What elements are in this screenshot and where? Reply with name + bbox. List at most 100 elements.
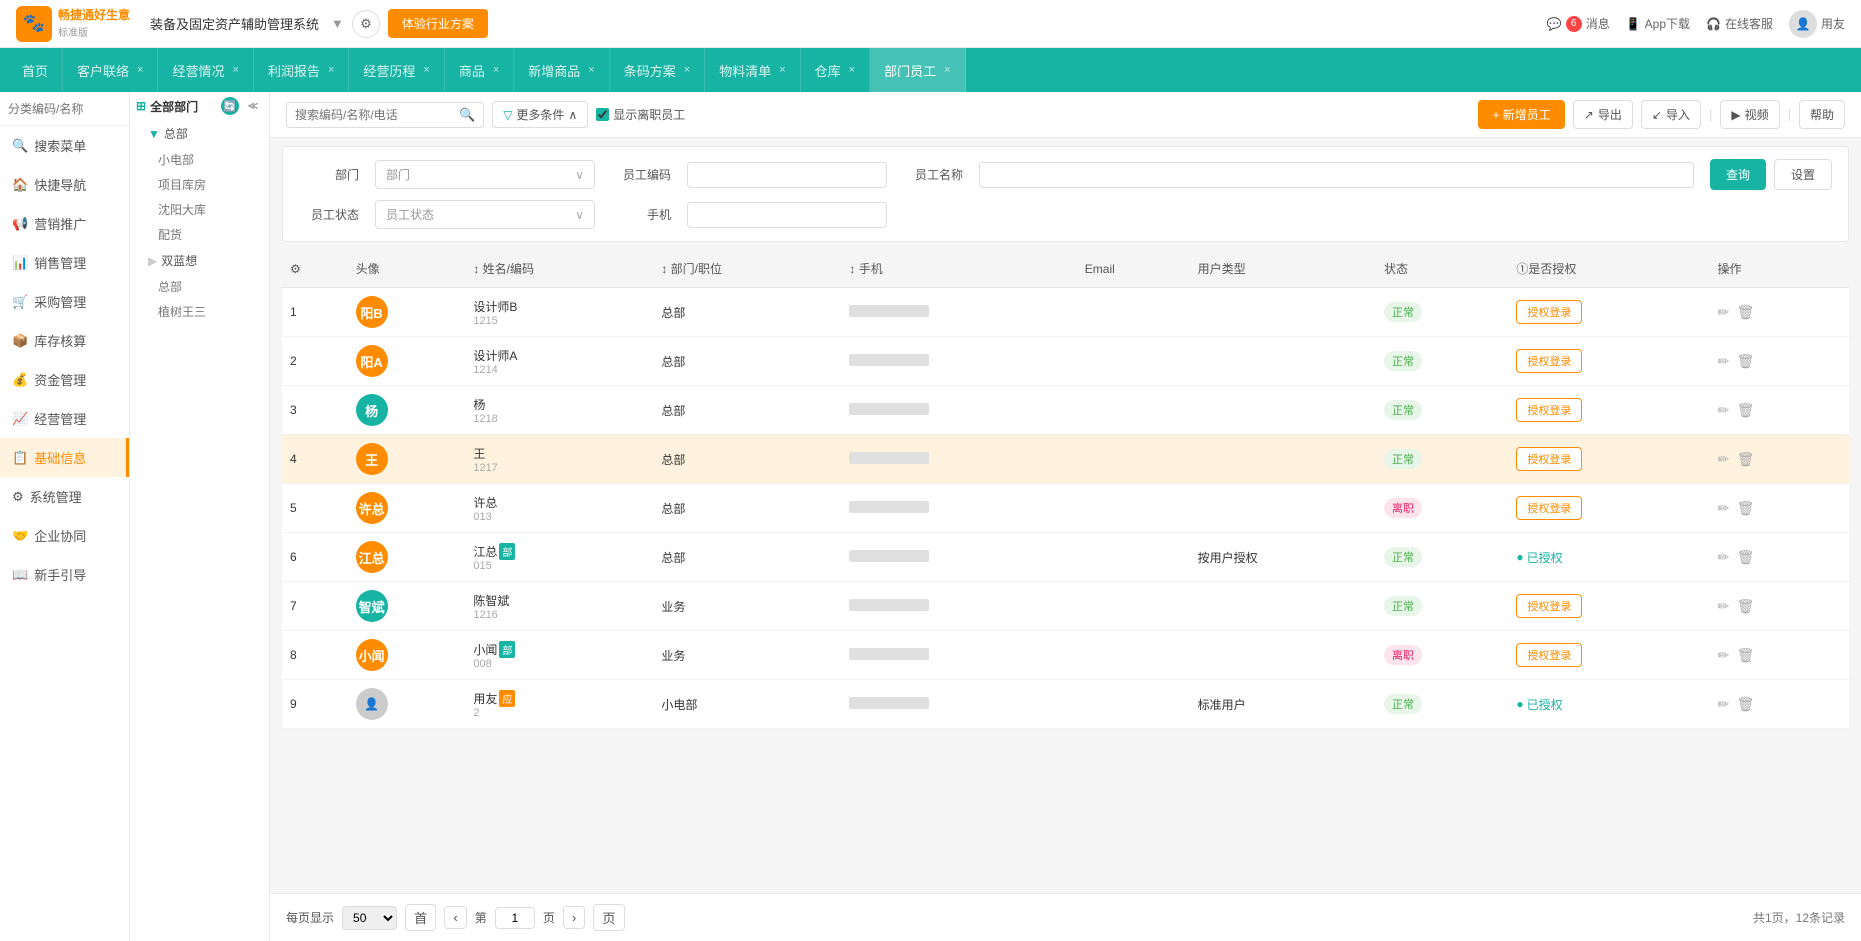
dept-sub-zongbu2[interactable]: 总部 [130, 274, 269, 299]
sidebar-item-purchase[interactable]: 🛒 采购管理 [0, 282, 129, 321]
auth-login-button[interactable]: 授权登录 [1516, 349, 1582, 373]
msg-item[interactable]: 💬 6 消息 [1547, 15, 1610, 32]
sidebar-item-marketing[interactable]: 📢 营销推广 [0, 204, 129, 243]
page-number-input[interactable] [495, 907, 535, 929]
delete-icon[interactable]: 🗑 [1737, 696, 1755, 712]
sidebar-item-sales[interactable]: 📊 销售管理 [0, 243, 129, 282]
edit-icon[interactable]: ✏ [1718, 696, 1730, 712]
trial-button[interactable]: 体验行业方案 [388, 9, 488, 38]
sidebar-item-collab[interactable]: 🤝 企业协同 [0, 516, 129, 555]
dept-item-shuanglans[interactable]: ▶ 双蓝想 [130, 247, 269, 274]
edit-icon[interactable]: ✏ [1718, 598, 1730, 614]
delete-icon[interactable]: 🗑 [1737, 451, 1755, 467]
dept-sub-zhishu[interactable]: 植树王三 [130, 299, 269, 324]
tab-customer[interactable]: 客户联络× [63, 48, 158, 92]
tab-barcode[interactable]: 条码方案× [610, 48, 705, 92]
search-input[interactable] [295, 108, 455, 122]
emp-status-select[interactable]: 员工状态 ∨ [375, 200, 595, 229]
delete-icon[interactable]: 🗑 [1737, 598, 1755, 614]
tab-dept-employee[interactable]: 部门员工× [870, 48, 965, 92]
import-button[interactable]: ↙导入 [1641, 100, 1701, 129]
sidebar-item-system[interactable]: ⚙ 系统管理 [0, 477, 129, 516]
auth-login-button[interactable]: 授权登录 [1516, 496, 1582, 520]
close-icon[interactable]: × [779, 64, 785, 76]
sidebar-item-finance[interactable]: 💰 资金管理 [0, 360, 129, 399]
auth-login-button[interactable]: 授权登录 [1516, 643, 1582, 667]
close-icon[interactable]: × [493, 64, 499, 76]
tab-bom[interactable]: 物料清单× [705, 48, 800, 92]
edit-icon[interactable]: ✏ [1718, 402, 1730, 418]
auth-login-button[interactable]: 授权登录 [1516, 300, 1582, 324]
tab-home[interactable]: 首页 [8, 48, 63, 92]
close-icon[interactable]: × [684, 64, 690, 76]
edit-icon[interactable]: ✏ [1718, 451, 1730, 467]
delete-icon[interactable]: 🗑 [1737, 500, 1755, 516]
set-button[interactable]: 设置 [1774, 159, 1832, 190]
help-button[interactable]: 帮助 [1799, 100, 1845, 129]
sys-arrow-icon[interactable]: ▼ [331, 16, 344, 31]
delete-icon[interactable]: 🗑 [1737, 353, 1755, 369]
tab-profit[interactable]: 利润报告× [254, 48, 349, 92]
next-page-btn[interactable]: › [563, 906, 585, 929]
close-icon[interactable]: × [137, 64, 143, 76]
sidebar-item-guide[interactable]: 📖 新手引导 [0, 555, 129, 594]
delete-icon[interactable]: 🗑 [1737, 647, 1755, 663]
dept-sub-peihuo[interactable]: 配货 [130, 222, 269, 247]
auth-login-button[interactable]: 授权登录 [1516, 447, 1582, 471]
delete-icon[interactable]: 🗑 [1737, 304, 1755, 320]
tab-new-goods[interactable]: 新增商品× [514, 48, 609, 92]
all-dept-header[interactable]: ⊞ 全部部门 🔄 ≪ [130, 92, 269, 120]
tab-operation[interactable]: 经营情况× [158, 48, 253, 92]
user-item[interactable]: 👤 用友 [1789, 10, 1845, 38]
phone-input[interactable] [687, 202, 887, 228]
close-icon[interactable]: × [944, 64, 950, 76]
edit-icon[interactable]: ✏ [1718, 647, 1730, 663]
sidebar-item-operation[interactable]: 📈 经营管理 [0, 399, 129, 438]
close-icon[interactable]: × [232, 64, 238, 76]
dept-filter-select[interactable]: 部门 ∨ [375, 160, 595, 189]
sidebar-item-basic-info[interactable]: 📋 基础信息 [0, 438, 129, 477]
emp-name-input[interactable] [979, 162, 1694, 188]
dept-sub-xiaodian[interactable]: 小电部 [130, 147, 269, 172]
sidebar-item-quick-nav[interactable]: 🏠 快捷导航 [0, 165, 129, 204]
dept-item-zongbu[interactable]: ▼ 总部 [130, 120, 269, 147]
sidebar-item-inventory[interactable]: 📦 库存核算 [0, 321, 129, 360]
dept-sub-shenyang[interactable]: 沈阳大库 [130, 197, 269, 222]
prev-page-btn[interactable]: ‹ [444, 906, 466, 929]
settings-icon[interactable]: ⚙ [290, 262, 301, 276]
tab-goods[interactable]: 商品× [445, 48, 514, 92]
close-icon[interactable]: × [588, 64, 594, 76]
query-button[interactable]: 查询 [1710, 159, 1766, 190]
first-page-btn[interactable]: 首 [405, 904, 436, 931]
more-filter-button[interactable]: ▽ 更多条件 ∧ [492, 101, 588, 128]
close-icon[interactable]: × [328, 64, 334, 76]
tab-history[interactable]: 经营历程× [349, 48, 444, 92]
close-icon[interactable]: × [849, 64, 855, 76]
cell-operations: ✏ 🗑 [1710, 582, 1850, 631]
sidebar-item-search-menu[interactable]: 🔍 搜索菜单 [0, 126, 129, 165]
gear-button[interactable]: ⚙ [352, 10, 380, 38]
edit-icon[interactable]: ✏ [1718, 353, 1730, 369]
auth-login-button[interactable]: 授权登录 [1516, 398, 1582, 422]
online-service-item[interactable]: 🎧 在线客服 [1706, 15, 1773, 32]
last-page-btn[interactable]: 页 [593, 904, 624, 931]
show-resigned-checkbox[interactable] [596, 108, 609, 121]
delete-icon[interactable]: 🗑 [1737, 402, 1755, 418]
export-button[interactable]: ↗导出 [1573, 100, 1633, 129]
edit-icon[interactable]: ✏ [1718, 500, 1730, 516]
tab-warehouse[interactable]: 仓库× [801, 48, 870, 92]
dept-collapse-arrow[interactable]: ≪ [243, 96, 263, 116]
sidebar-search-input[interactable] [8, 102, 130, 116]
dept-collapse-btn[interactable]: 🔄 [221, 97, 239, 115]
close-icon[interactable]: × [423, 64, 429, 76]
app-download-item[interactable]: 📱 App下载 [1626, 15, 1690, 32]
emp-code-input[interactable] [687, 162, 887, 188]
delete-icon[interactable]: 🗑 [1737, 549, 1755, 565]
per-page-select[interactable]: 50 100 [342, 906, 397, 930]
view-button[interactable]: ▶视频 [1720, 100, 1779, 129]
edit-icon[interactable]: ✏ [1718, 549, 1730, 565]
dept-sub-project[interactable]: 项目库房 [130, 172, 269, 197]
add-employee-button[interactable]: + 新增员工 [1478, 100, 1564, 129]
auth-login-button[interactable]: 授权登录 [1516, 594, 1582, 618]
edit-icon[interactable]: ✏ [1718, 304, 1730, 320]
